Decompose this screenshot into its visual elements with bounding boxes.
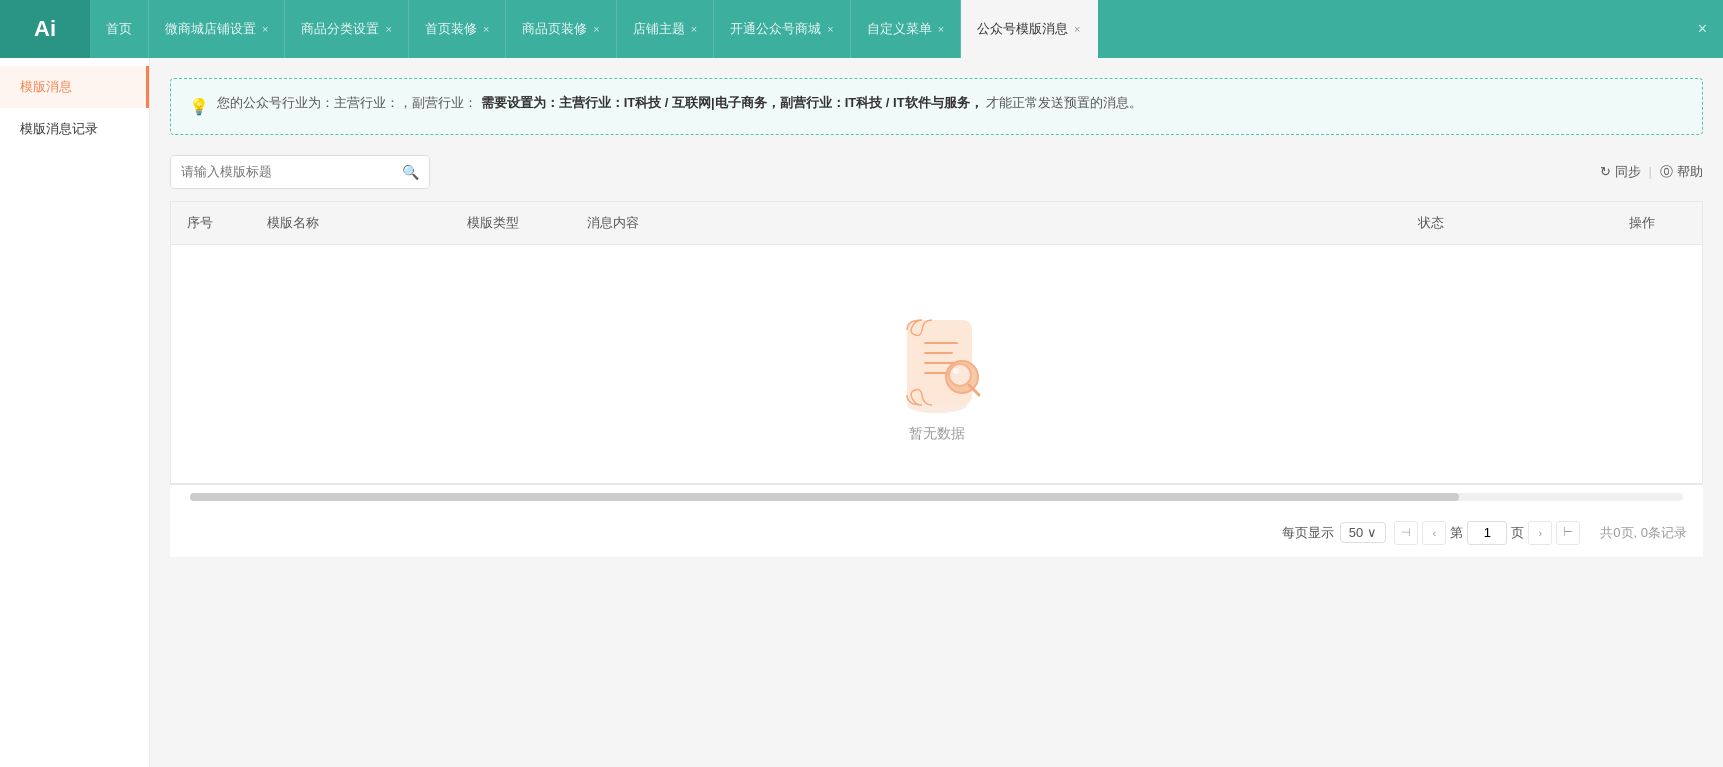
sidebar-item-template-msg[interactable]: 模版消息 [0, 66, 149, 108]
per-page-label: 每页显示 [1282, 524, 1334, 542]
nav-tab-shop-theme[interactable]: 店铺主题 × [617, 0, 714, 58]
nav-tab-category-settings[interactable]: 商品分类设置 × [285, 0, 408, 58]
nav-tab-product-decor[interactable]: 商品页装修 × [506, 0, 616, 58]
close-tab-icon[interactable]: × [483, 23, 489, 35]
nav-tab-shop-settings[interactable]: 微商城店铺设置 × [149, 0, 285, 58]
scroll-thumb[interactable] [190, 493, 1459, 501]
page-input[interactable] [1467, 521, 1507, 545]
nav-tabs: 首页微商城店铺设置×商品分类设置×首页装修×商品页装修×店铺主题×开通公众号商城… [90, 0, 1682, 58]
app-logo: Ai [0, 0, 90, 58]
pagination: 每页显示 50 ∨ ⊣ ‹ 第 页 › ⊢ 共0页, 0条记录 [170, 509, 1703, 557]
notice-text: 您的公众号行业为：主营行业：，副营行业： 需要设置为：主营行业：IT科技 / 互… [217, 93, 1142, 114]
next-page-button[interactable]: › [1528, 521, 1552, 545]
nav-tab-label: 首页装修 [425, 20, 477, 38]
close-tab-icon[interactable]: × [827, 23, 833, 35]
nav-tab-label: 商品分类设置 [301, 20, 379, 38]
empty-text: 暂无数据 [909, 425, 965, 443]
divider: | [1649, 164, 1652, 179]
close-tab-icon[interactable]: × [1074, 23, 1080, 35]
close-tab-icon[interactable]: × [385, 23, 391, 35]
col-seq: 序号 [171, 202, 251, 244]
sync-help-area: ↻ 同步 | ⓪ 帮助 [1600, 163, 1703, 181]
prev-page-button[interactable]: ‹ [1422, 521, 1446, 545]
nav-tab-label: 开通公众号商城 [730, 20, 821, 38]
nav-tab-label: 自定义菜单 [867, 20, 932, 38]
col-type: 模版类型 [451, 202, 571, 244]
nav-tab-label: 店铺主题 [633, 20, 685, 38]
nav-tab-label: 商品页装修 [522, 20, 587, 38]
main-layout: 模版消息模版消息记录 💡 您的公众号行业为：主营行业：，副营行业： 需要设置为：… [0, 58, 1723, 767]
page-unit: 页 [1511, 524, 1524, 542]
sidebar: 模版消息模版消息记录 [0, 58, 150, 767]
nav-tab-template-msg[interactable]: 公众号模版消息 × [961, 0, 1097, 58]
svg-point-8 [953, 368, 959, 374]
nav-tab-custom-menu[interactable]: 自定义菜单 × [851, 0, 961, 58]
col-name: 模版名称 [251, 202, 451, 244]
nav-tab-home[interactable]: 首页 [90, 0, 149, 58]
svg-point-6 [949, 364, 971, 386]
help-icon: ⓪ [1660, 163, 1673, 181]
per-page-value: 50 [1349, 525, 1363, 540]
close-all-button[interactable]: × [1682, 0, 1723, 58]
page-nav: ⊣ ‹ 第 页 › ⊢ [1394, 521, 1580, 545]
table-header: 序号 模版名称 模版类型 消息内容 状态 操作 [171, 202, 1702, 245]
empty-state: 暂无数据 [171, 245, 1702, 483]
sidebar-item-template-msg-record[interactable]: 模版消息记录 [0, 108, 149, 150]
per-page-area: 每页显示 50 ∨ [1282, 522, 1386, 543]
first-page-button[interactable]: ⊣ [1394, 521, 1418, 545]
sync-icon: ↻ [1600, 164, 1611, 179]
col-action: 操作 [1582, 202, 1702, 244]
nav-tab-label: 微商城店铺设置 [165, 20, 256, 38]
top-nav: Ai 首页微商城店铺设置×商品分类设置×首页装修×商品页装修×店铺主题×开通公众… [0, 0, 1723, 58]
search-button[interactable]: 🔍 [402, 164, 419, 180]
data-table: 序号 模版名称 模版类型 消息内容 状态 操作 [170, 201, 1703, 484]
col-status: 状态 [1402, 202, 1582, 244]
scroll-bar-area [170, 484, 1703, 509]
content-area: 💡 您的公众号行业为：主营行业：，副营行业： 需要设置为：主营行业：IT科技 /… [150, 58, 1723, 767]
close-tab-icon[interactable]: × [593, 23, 599, 35]
empty-illustration [877, 305, 997, 425]
help-button[interactable]: ⓪ 帮助 [1660, 163, 1703, 181]
col-content: 消息内容 [571, 202, 1402, 244]
notice-box: 💡 您的公众号行业为：主营行业：，副营行业： 需要设置为：主营行业：IT科技 /… [170, 78, 1703, 135]
search-input[interactable] [181, 164, 402, 179]
per-page-select[interactable]: 50 ∨ [1340, 522, 1386, 543]
close-tab-icon[interactable]: × [262, 23, 268, 35]
nav-tab-home-decor[interactable]: 首页装修 × [409, 0, 506, 58]
notice-icon: 💡 [189, 94, 209, 120]
scroll-track[interactable] [190, 493, 1683, 501]
nav-tab-open-mall[interactable]: 开通公众号商城 × [714, 0, 850, 58]
close-tab-icon[interactable]: × [938, 23, 944, 35]
search-bar: 🔍 ↻ 同步 | ⓪ 帮助 [170, 155, 1703, 189]
chevron-down-icon: ∨ [1367, 525, 1377, 540]
close-tab-icon[interactable]: × [691, 23, 697, 35]
total-info: 共0页, 0条记录 [1600, 524, 1687, 542]
page-label: 第 [1450, 524, 1463, 542]
last-page-button[interactable]: ⊢ [1556, 521, 1580, 545]
search-input-wrap[interactable]: 🔍 [170, 155, 430, 189]
nav-tab-label: 首页 [106, 20, 132, 38]
sync-button[interactable]: ↻ 同步 [1600, 163, 1641, 181]
nav-tab-label: 公众号模版消息 [977, 20, 1068, 38]
